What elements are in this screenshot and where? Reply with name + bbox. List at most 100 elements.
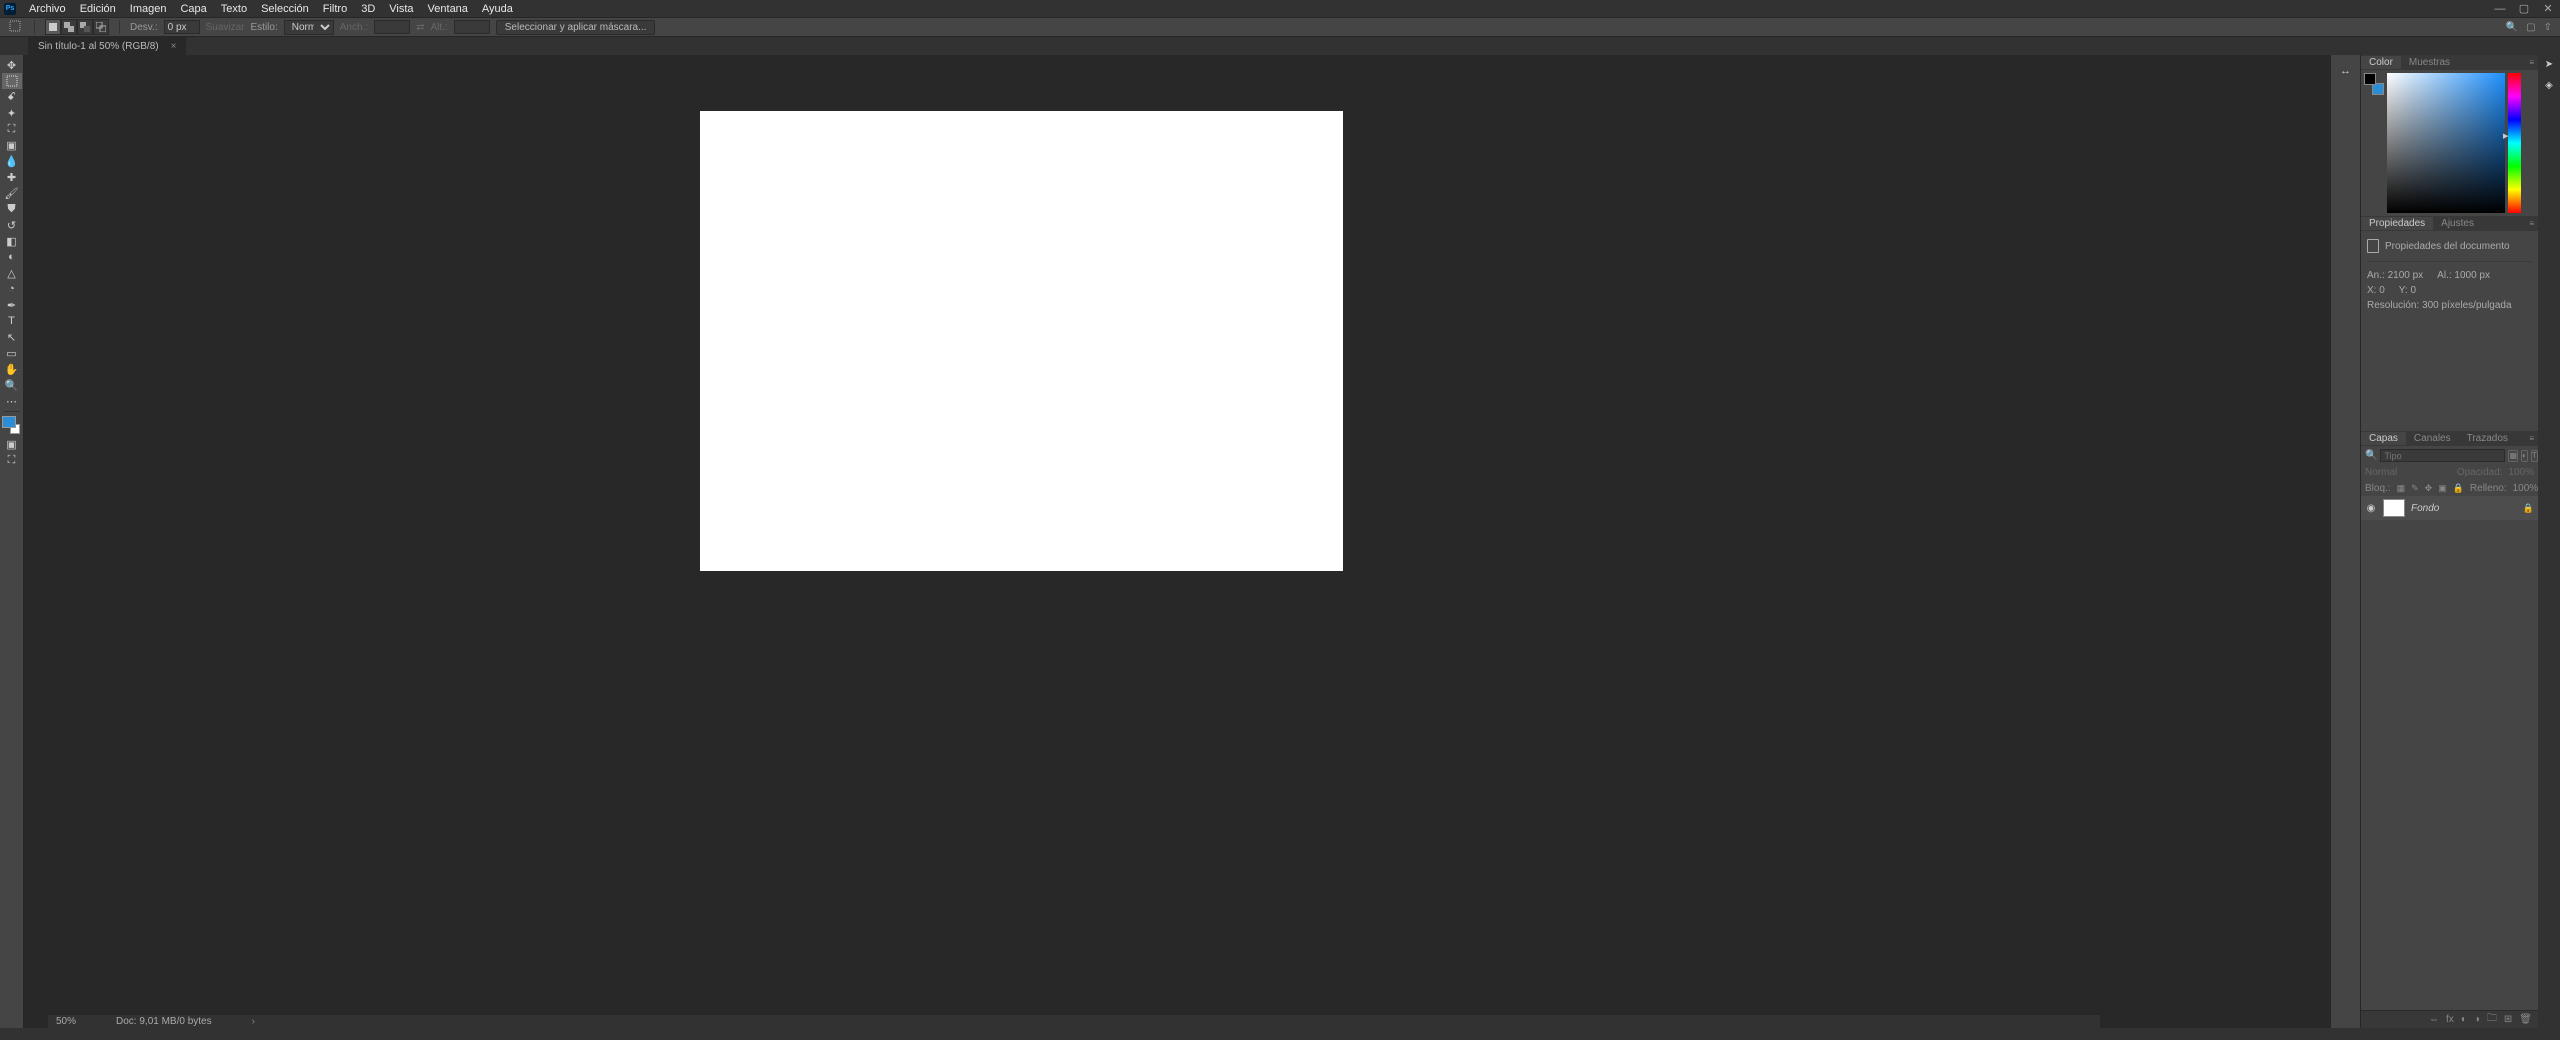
filter-image-icon[interactable]: ▦: [2508, 450, 2518, 462]
layer-filter-input[interactable]: [2380, 449, 2505, 462]
selection-intersect[interactable]: [93, 19, 109, 35]
menu-ventana[interactable]: Ventana: [421, 1, 475, 17]
hue-slider[interactable]: [2508, 73, 2521, 213]
tool-rectangle[interactable]: ▭: [2, 345, 22, 361]
tool-dodge[interactable]: ◔: [2, 281, 22, 297]
tab-color[interactable]: Color: [2361, 56, 2401, 69]
tab-canales[interactable]: Canales: [2406, 432, 2459, 445]
color-field[interactable]: [2387, 73, 2505, 213]
feather-input[interactable]: [164, 20, 200, 34]
menu-vista[interactable]: Vista: [382, 1, 420, 17]
delete-layer-icon[interactable]: 🗑: [2519, 1014, 2532, 1025]
tool-wand[interactable]: ✦: [2, 105, 22, 121]
color-fg-bg-swatch[interactable]: [2364, 73, 2384, 95]
color-fg[interactable]: [2364, 73, 2376, 85]
tool-history-brush[interactable]: ↺: [2, 217, 22, 233]
tool-eyedropper[interactable]: 💧: [2, 153, 22, 169]
selection-add[interactable]: [61, 19, 77, 35]
layer-name[interactable]: Fondo: [2411, 503, 2517, 514]
select-mask-button[interactable]: Seleccionar y aplicar máscara...: [496, 20, 656, 35]
tool-more[interactable]: ⋯: [2, 393, 22, 409]
lock-pixels-icon[interactable]: ▦: [2397, 482, 2406, 494]
close-tab-icon[interactable]: ×: [171, 41, 177, 52]
quickmask-toggle[interactable]: ▣: [2, 436, 22, 452]
workspace-icon[interactable]: ▢: [2526, 22, 2535, 33]
lock-position-icon[interactable]: ✥: [2425, 482, 2433, 494]
style-select[interactable]: Normal: [284, 20, 334, 35]
tool-path-select[interactable]: ↖: [2, 329, 22, 345]
menu-filtro[interactable]: Filtro: [316, 1, 354, 17]
canvas-area[interactable]: 50% Doc: 9,01 MB/0 bytes ›: [24, 55, 2330, 1028]
tool-gradient[interactable]: ◐: [2, 249, 22, 265]
tool-marquee[interactable]: [2, 73, 22, 89]
menu-3d[interactable]: 3D: [354, 1, 382, 17]
layers-panel-menu-icon[interactable]: ≡: [2529, 434, 2538, 443]
filter-type-icon[interactable]: T: [2531, 450, 2538, 462]
tab-propiedades[interactable]: Propiedades: [2361, 217, 2433, 230]
layer-fx-icon[interactable]: fx: [2446, 1014, 2454, 1025]
color-swatches[interactable]: [2, 416, 22, 436]
properties-panel-menu-icon[interactable]: ≡: [2529, 219, 2538, 228]
tool-stamp[interactable]: ⛊: [2, 201, 22, 217]
tool-lasso[interactable]: ꗃ: [2, 89, 22, 105]
status-menu-icon[interactable]: ›: [252, 1016, 255, 1027]
tab-trazados[interactable]: Trazados: [2459, 432, 2516, 445]
lock-all-icon[interactable]: 🔒: [2453, 482, 2464, 494]
search-icon[interactable]: 🔍: [2365, 450, 2377, 461]
document-tab[interactable]: Sin título-1 al 50% (RGB/8) ×: [28, 37, 186, 55]
tool-frame[interactable]: ▣: [2, 137, 22, 153]
menu-ayuda[interactable]: Ayuda: [475, 1, 520, 17]
lock-paint-icon[interactable]: ✎: [2411, 482, 2419, 494]
menu-imagen[interactable]: Imagen: [123, 1, 174, 17]
link-layers-icon[interactable]: ⇔: [2429, 1014, 2439, 1025]
libraries-icon[interactable]: ◈: [2545, 80, 2553, 91]
menu-capa[interactable]: Capa: [173, 1, 213, 17]
minimize-button[interactable]: —: [2488, 0, 2512, 17]
screenmode-toggle[interactable]: ⛶: [2, 452, 22, 468]
filter-adjust-icon[interactable]: ◐: [2521, 450, 2528, 462]
selection-subtract[interactable]: [77, 19, 93, 35]
opacity-value[interactable]: 100%: [2508, 467, 2534, 478]
hue-handle[interactable]: [2505, 132, 2518, 135]
tool-blur[interactable]: △: [2, 265, 22, 281]
search-icon[interactable]: 🔍: [2506, 22, 2518, 33]
layer-thumbnail[interactable]: [2383, 499, 2405, 517]
tool-crop[interactable]: ⛶: [2, 121, 22, 137]
tool-zoom[interactable]: 🔍: [2, 377, 22, 393]
layer-visibility-icon[interactable]: ◉: [2365, 503, 2377, 514]
share-icon[interactable]: ⇧: [2544, 22, 2552, 33]
menu-archivo[interactable]: Archivo: [22, 1, 73, 17]
foreground-color-swatch[interactable]: [2, 416, 16, 428]
zoom-display[interactable]: 50%: [56, 1016, 76, 1027]
layer-mask-icon[interactable]: ◐: [2461, 1014, 2467, 1025]
tool-type[interactable]: T: [2, 313, 22, 329]
color-panel-menu-icon[interactable]: ≡: [2529, 58, 2538, 67]
adjustment-layer-icon[interactable]: ◑: [2474, 1014, 2480, 1025]
canvas[interactable]: [700, 111, 1343, 571]
doc-info[interactable]: Doc: 9,01 MB/0 bytes: [116, 1016, 212, 1027]
blend-mode[interactable]: Normal: [2365, 467, 2397, 478]
tool-pen[interactable]: ✒: [2, 297, 22, 313]
menu-texto[interactable]: Texto: [214, 1, 254, 17]
lock-artboard-icon[interactable]: ▣: [2438, 482, 2447, 494]
tool-brush[interactable]: 🖌: [2, 185, 22, 201]
learn-icon[interactable]: ➤: [2545, 59, 2553, 70]
tab-muestras[interactable]: Muestras: [2401, 56, 2458, 69]
maximize-button[interactable]: ▢: [2512, 0, 2536, 17]
collapsed-panel-icon[interactable]: ↔: [2336, 63, 2356, 79]
tool-hand[interactable]: ✋: [2, 361, 22, 377]
menu-edicion[interactable]: Edición: [73, 1, 123, 17]
close-button[interactable]: ✕: [2536, 0, 2560, 17]
new-group-icon[interactable]: 🗀: [2487, 1011, 2497, 1028]
tab-capas[interactable]: Capas: [2361, 432, 2406, 445]
tool-move[interactable]: ✥: [2, 57, 22, 73]
tool-preset-icon[interactable]: [8, 19, 24, 35]
fill-value[interactable]: 100%: [2513, 483, 2539, 494]
tool-healing[interactable]: ✚: [2, 169, 22, 185]
new-layer-icon[interactable]: ⊞: [2504, 1014, 2512, 1025]
tool-eraser[interactable]: ◧: [2, 233, 22, 249]
selection-new[interactable]: [45, 19, 61, 35]
layer-row[interactable]: ◉ Fondo 🔒: [2361, 496, 2538, 520]
menu-seleccion[interactable]: Selección: [254, 1, 316, 17]
tab-ajustes[interactable]: Ajustes: [2433, 217, 2482, 230]
